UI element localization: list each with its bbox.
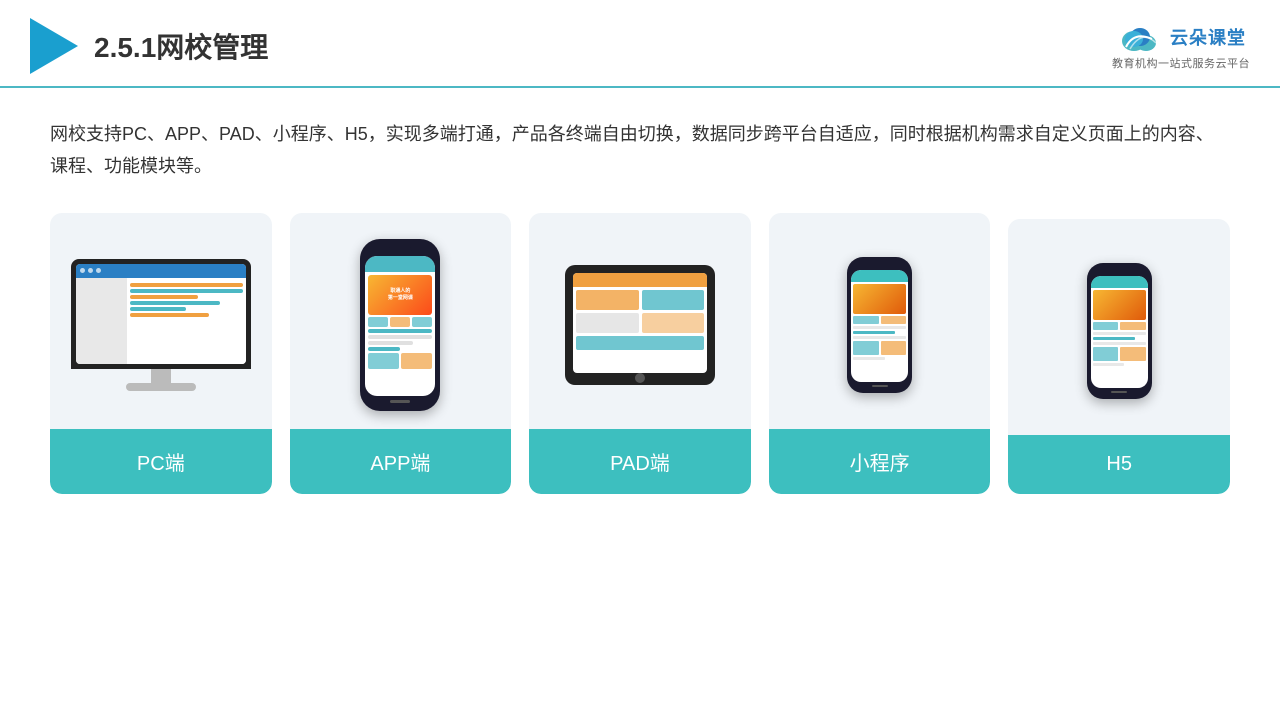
page-title: 2.5.1网校管理 [94, 26, 268, 66]
card-app-label: APP端 [290, 429, 512, 494]
cloud-icon [1116, 21, 1164, 53]
card-miniapp-image [769, 213, 991, 413]
phone-device-app: 职通人的第一堂网课 [360, 239, 440, 411]
card-pad-label: PAD端 [529, 429, 751, 494]
phone-screen: 职通人的第一堂网课 [365, 256, 435, 396]
brand-logo: 云朵课堂 [1116, 21, 1246, 53]
pc-screen [76, 264, 246, 364]
phone-sm-screen-h5 [1091, 276, 1148, 388]
card-app: 职通人的第一堂网课 [290, 213, 512, 494]
logo-triangle-icon [30, 18, 78, 74]
phone-sm-notch [870, 263, 890, 267]
card-pc-image [50, 213, 272, 413]
main-content: 网校支持PC、APP、PAD、小程序、H5，实现多端打通，产品各终端自由切换，数… [0, 88, 1280, 514]
card-app-image: 职通人的第一堂网课 [290, 213, 512, 413]
pad-screen [573, 273, 707, 373]
brand-tagline: 教育机构一站式服务云平台 [1112, 55, 1250, 71]
card-h5: H5 [1008, 219, 1230, 494]
pc-device [71, 259, 251, 391]
brand-name: 云朵课堂 [1170, 24, 1246, 50]
card-pc-label: PC端 [50, 429, 272, 494]
pad-device [565, 265, 715, 385]
card-pad: PAD端 [529, 213, 751, 494]
card-h5-label: H5 [1008, 435, 1230, 494]
card-pad-image [529, 213, 751, 413]
card-h5-image [1008, 219, 1230, 419]
card-pc: PC端 [50, 213, 272, 494]
phone-sm-screen [851, 270, 908, 382]
header-left: 2.5.1网校管理 [30, 18, 268, 74]
phone-sm-notch-h5 [1109, 269, 1129, 273]
phone-device-miniapp [847, 257, 912, 393]
card-miniapp: 小程序 [769, 213, 991, 494]
card-miniapp-label: 小程序 [769, 429, 991, 494]
phone-notch [388, 247, 412, 252]
header: 2.5.1网校管理 云朵课堂 教育机构一站式服务云平台 [0, 0, 1280, 88]
pc-monitor [71, 259, 251, 369]
phone-device-h5 [1087, 263, 1152, 399]
header-right: 云朵课堂 教育机构一站式服务云平台 [1112, 21, 1250, 71]
cards-row: PC端 职通人的第一堂网课 [50, 213, 1230, 494]
description-text: 网校支持PC、APP、PAD、小程序、H5，实现多端打通，产品各终端自由切换，数… [50, 118, 1230, 183]
